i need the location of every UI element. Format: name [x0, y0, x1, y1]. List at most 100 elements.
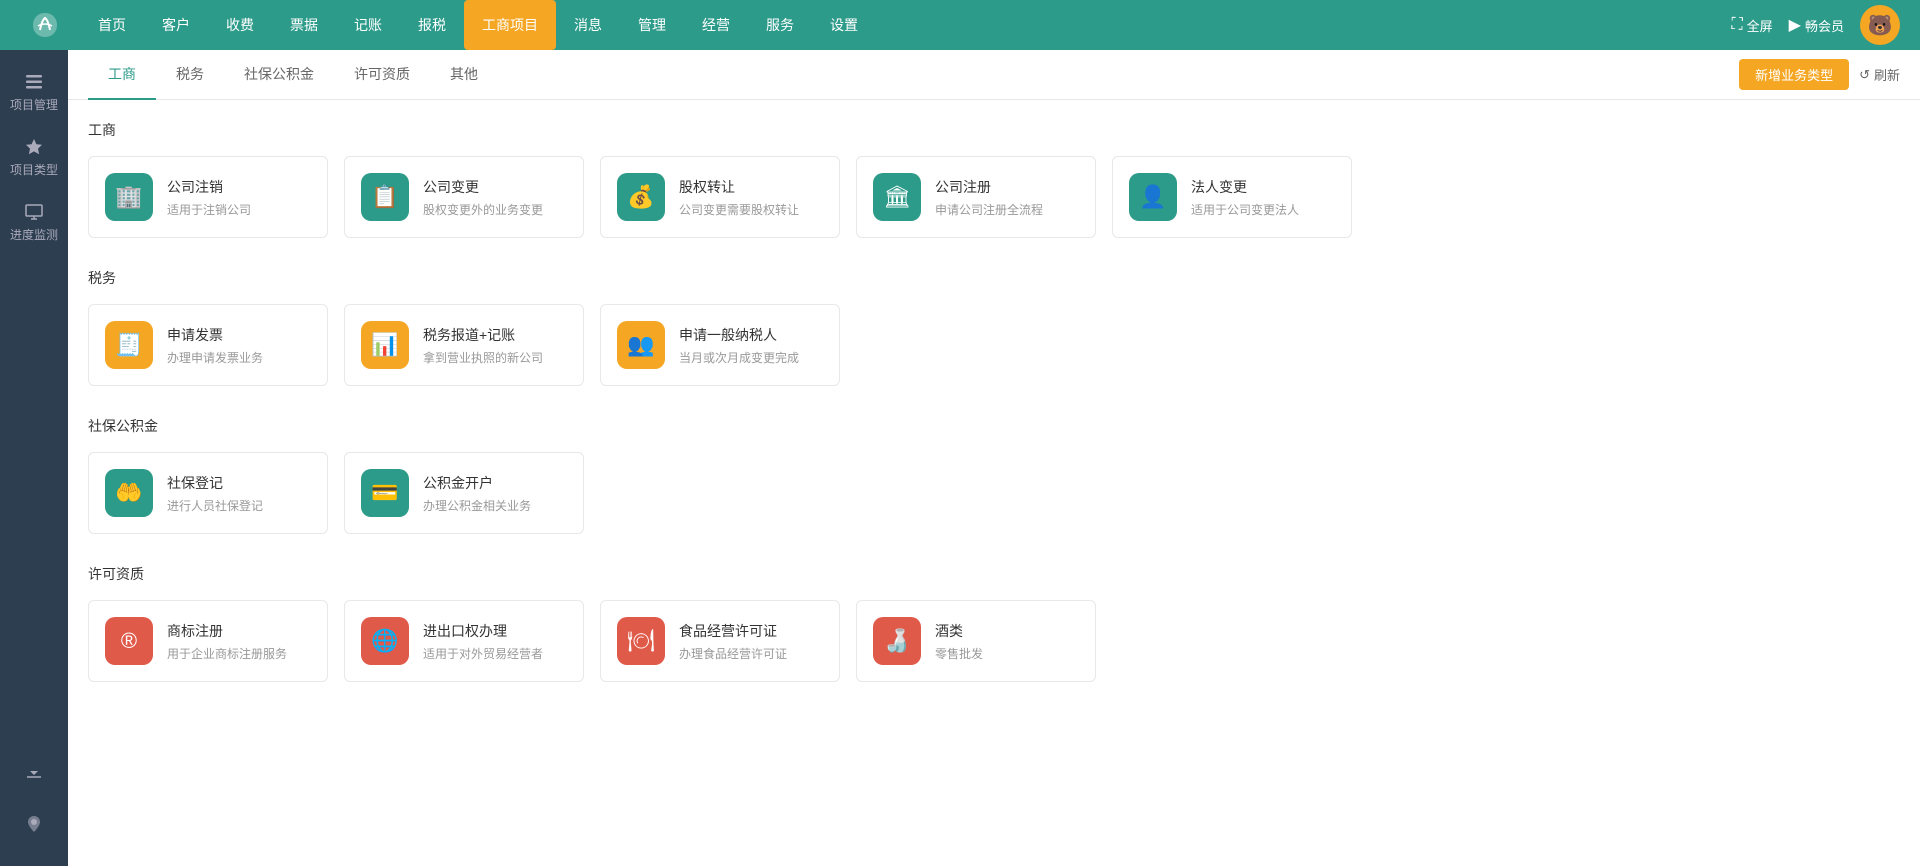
card-title-social-insurance: 社保登记 — [167, 473, 263, 493]
card-company-cancel[interactable]: 🏢 公司注销 适用于注销公司 — [88, 156, 328, 238]
add-business-type-button[interactable]: 新增业务类型 — [1739, 59, 1849, 90]
card-info-equity-transfer: 股权转让 公司变更需要股权转让 — [679, 177, 799, 218]
card-social-insurance[interactable]: 🤲 社保登记 进行人员社保登记 — [88, 452, 328, 534]
card-info-general-taxpayer: 申请一般纳税人 当月或次月成变更完成 — [679, 325, 799, 366]
sidebar-bottom — [0, 750, 68, 866]
nav-settings[interactable]: 设置 — [812, 0, 876, 50]
card-icon-company-register: 🏛 — [873, 173, 921, 221]
sidebar: 项目管理 项目类型 进度监测 — [0, 50, 68, 866]
card-food-license[interactable]: 🍽 食品经营许可证 办理食品经营许可证 — [600, 600, 840, 682]
card-info-company-change: 公司变更 股权变更外的业务变更 — [423, 177, 543, 218]
section-license: 许可资质 ® 商标注册 用于企业商标注册服务 🌐 进出口权办理 适用于对外贸 — [88, 564, 1900, 682]
section-title-license: 许可资质 — [88, 564, 1900, 584]
card-desc-housing-fund: 办理公积金相关业务 — [423, 497, 531, 514]
nav-service[interactable]: 服务 — [748, 0, 812, 50]
card-company-register[interactable]: 🏛 公司注册 申请公司注册全流程 — [856, 156, 1096, 238]
card-info-legal-change: 法人变更 适用于公司变更法人 — [1191, 177, 1299, 218]
card-desc-legal-change: 适用于公司变更法人 — [1191, 201, 1299, 218]
tab-industry[interactable]: 工商 — [88, 50, 156, 100]
card-general-taxpayer[interactable]: 👥 申请一般纳税人 当月或次月成变更完成 — [600, 304, 840, 386]
card-icon-company-cancel: 🏢 — [105, 173, 153, 221]
card-title-import-export: 进出口权办理 — [423, 621, 543, 641]
card-desc-trademark: 用于企业商标注册服务 — [167, 645, 287, 662]
card-icon-tax-report: 📊 — [361, 321, 409, 369]
nav-manage[interactable]: 管理 — [620, 0, 684, 50]
sidebar-item-project-type[interactable]: 项目类型 — [0, 125, 68, 190]
card-housing-fund[interactable]: 💳 公积金开户 办理公积金相关业务 — [344, 452, 584, 534]
nav-tax[interactable]: 报税 — [400, 0, 464, 50]
card-legal-change[interactable]: 👤 法人变更 适用于公司变更法人 — [1112, 156, 1352, 238]
refresh-icon: ↺ — [1859, 67, 1870, 83]
card-title-invoice: 申请发票 — [167, 325, 263, 345]
card-invoice[interactable]: 🧾 申请发票 办理申请发票业务 — [88, 304, 328, 386]
card-title-equity-transfer: 股权转让 — [679, 177, 799, 197]
cards-grid-industry: 🏢 公司注销 适用于注销公司 📋 公司变更 股权变更外的业务变更 — [88, 156, 1900, 238]
card-info-company-cancel: 公司注销 适用于注销公司 — [167, 177, 251, 218]
card-equity-transfer[interactable]: 💰 股权转让 公司变更需要股权转让 — [600, 156, 840, 238]
nav-home[interactable]: 首页 — [80, 0, 144, 50]
card-desc-alcohol: 零售批发 — [935, 645, 983, 662]
card-company-change[interactable]: 📋 公司变更 股权变更外的业务变更 — [344, 156, 584, 238]
nav-client[interactable]: 客户 — [144, 0, 208, 50]
tab-bar: 工商 税务 社保公积金 许可资质 其他 新增业务类型 ↺ 刷新 — [68, 50, 1920, 100]
scroll-content[interactable]: 工商 🏢 公司注销 适用于注销公司 📋 公司变更 股权变更外的业务变更 — [68, 100, 1920, 866]
main-layout: 项目管理 项目类型 进度监测 — [0, 50, 1920, 866]
card-icon-legal-change: 👤 — [1129, 173, 1177, 221]
card-desc-tax-report: 拿到营业执照的新公司 — [423, 349, 543, 366]
tab-tax[interactable]: 税务 — [156, 50, 224, 100]
section-social-security: 社保公积金 🤲 社保登记 进行人员社保登记 💳 公积金开户 办理公积金相关 — [88, 416, 1900, 534]
card-desc-food-license: 办理食品经营许可证 — [679, 645, 787, 662]
card-alcohol[interactable]: 🍶 酒类 零售批发 — [856, 600, 1096, 682]
card-desc-company-change: 股权变更外的业务变更 — [423, 201, 543, 218]
star-icon — [24, 137, 44, 157]
card-desc-general-taxpayer: 当月或次月成变更完成 — [679, 349, 799, 366]
card-icon-housing-fund: 💳 — [361, 469, 409, 517]
card-info-tax-report: 税务报道+记账 拿到营业执照的新公司 — [423, 325, 543, 366]
section-tax: 税务 🧾 申请发票 办理申请发票业务 📊 税务报道+记账 拿到营业执照的新 — [88, 268, 1900, 386]
card-icon-equity-transfer: 💰 — [617, 173, 665, 221]
top-navigation: 首页 客户 收费 票据 记账 报税 工商项目 消息 管理 经营 服务 设置 ⛶ … — [0, 0, 1920, 50]
cards-grid-license: ® 商标注册 用于企业商标注册服务 🌐 进出口权办理 适用于对外贸易经营者 — [88, 600, 1900, 682]
nav-accounting[interactable]: 记账 — [336, 0, 400, 50]
card-info-trademark: 商标注册 用于企业商标注册服务 — [167, 621, 287, 662]
nav-right-area: ⛶ 全屏 ▶ 畅会员 🐻 — [1731, 5, 1920, 45]
card-title-housing-fund: 公积金开户 — [423, 473, 531, 493]
location-icon — [24, 814, 44, 834]
tab-social-security[interactable]: 社保公积金 — [224, 50, 334, 100]
card-info-import-export: 进出口权办理 适用于对外贸易经营者 — [423, 621, 543, 662]
refresh-button[interactable]: ↺ 刷新 — [1859, 65, 1900, 84]
fullscreen-btn[interactable]: ⛶ 全屏 — [1731, 16, 1772, 35]
download-btn[interactable] — [0, 750, 68, 794]
tab-other[interactable]: 其他 — [430, 50, 498, 100]
nav-operation[interactable]: 经营 — [684, 0, 748, 50]
nav-message[interactable]: 消息 — [556, 0, 620, 50]
card-desc-invoice: 办理申请发票业务 — [167, 349, 263, 366]
sidebar-item-progress-monitor[interactable]: 进度监测 — [0, 190, 68, 255]
nav-menu: 首页 客户 收费 票据 记账 报税 工商项目 消息 管理 经营 服务 设置 — [80, 0, 1731, 50]
card-icon-import-export: 🌐 — [361, 617, 409, 665]
tab-license[interactable]: 许可资质 — [334, 50, 430, 100]
card-title-general-taxpayer: 申请一般纳税人 — [679, 325, 799, 345]
card-import-export[interactable]: 🌐 进出口权办理 适用于对外贸易经营者 — [344, 600, 584, 682]
location-btn[interactable] — [0, 802, 68, 846]
mascot-icon[interactable]: 🐻 — [1860, 5, 1900, 45]
section-title-industry: 工商 — [88, 120, 1900, 140]
section-industry: 工商 🏢 公司注销 适用于注销公司 📋 公司变更 股权变更外的业务变更 — [88, 120, 1900, 238]
nav-business[interactable]: 工商项目 — [464, 0, 556, 50]
card-trademark[interactable]: ® 商标注册 用于企业商标注册服务 — [88, 600, 328, 682]
card-info-company-register: 公司注册 申请公司注册全流程 — [935, 177, 1043, 218]
sidebar-item-project-management[interactable]: 项目管理 — [0, 60, 68, 125]
card-desc-equity-transfer: 公司变更需要股权转让 — [679, 201, 799, 218]
card-icon-trademark: ® — [105, 617, 153, 665]
nav-fee[interactable]: 收费 — [208, 0, 272, 50]
card-tax-report[interactable]: 📊 税务报道+记账 拿到营业执照的新公司 — [344, 304, 584, 386]
membership-btn[interactable]: ▶ 畅会员 — [1789, 15, 1844, 35]
card-info-alcohol: 酒类 零售批发 — [935, 621, 983, 662]
cards-grid-tax: 🧾 申请发票 办理申请发票业务 📊 税务报道+记账 拿到营业执照的新公司 — [88, 304, 1900, 386]
card-icon-social-insurance: 🤲 — [105, 469, 153, 517]
card-info-housing-fund: 公积金开户 办理公积金相关业务 — [423, 473, 531, 514]
nav-bill[interactable]: 票据 — [272, 0, 336, 50]
section-title-social-security: 社保公积金 — [88, 416, 1900, 436]
card-desc-import-export: 适用于对外贸易经营者 — [423, 645, 543, 662]
card-desc-company-register: 申请公司注册全流程 — [935, 201, 1043, 218]
